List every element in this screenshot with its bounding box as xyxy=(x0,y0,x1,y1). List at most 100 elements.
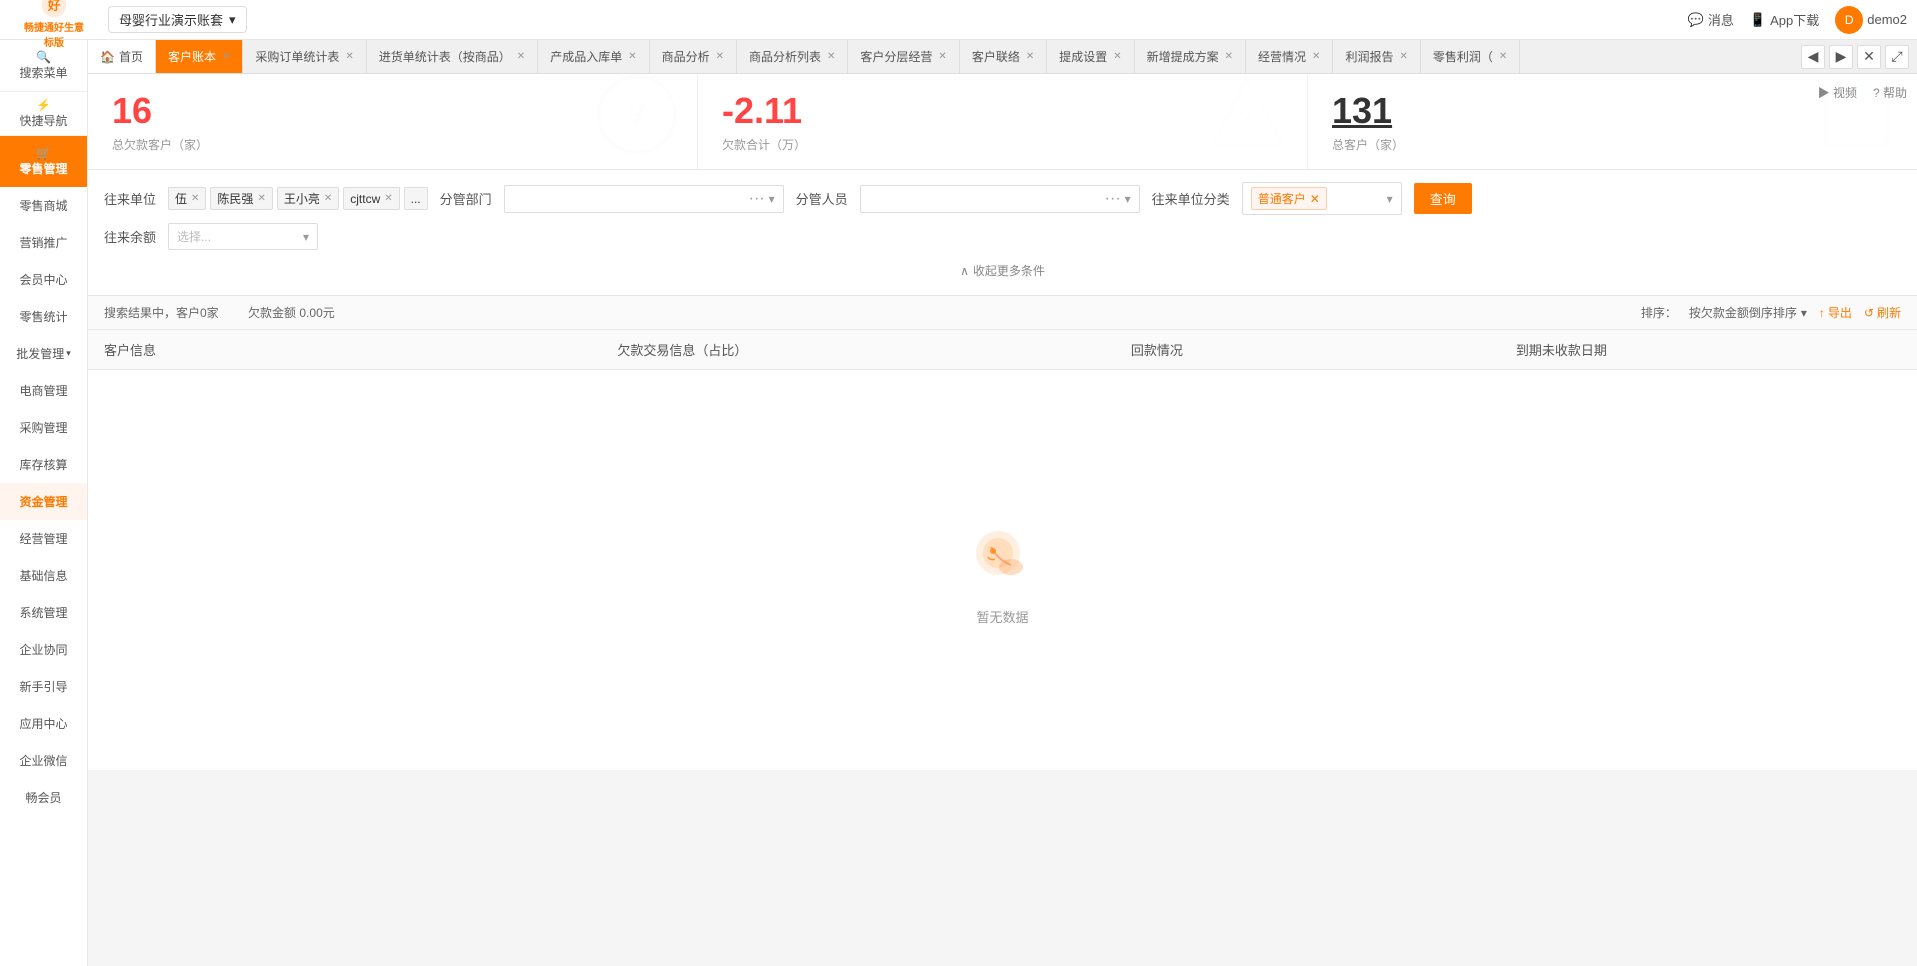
query-button[interactable]: 查询 xyxy=(1414,183,1472,214)
tab-cost-in[interactable]: 产成品入库单 ✕ xyxy=(538,40,649,74)
sidebar-item-app-center[interactable]: 应用中心 xyxy=(0,705,87,742)
tab-suggest-settings[interactable]: 提成设置 ✕ xyxy=(1047,40,1134,74)
tab-biz-status[interactable]: 经营情况 ✕ xyxy=(1246,40,1333,74)
sidebar-sys-mgmt-label: 系统管理 xyxy=(8,604,79,621)
help-btn[interactable]: ? 帮助 xyxy=(1873,84,1907,101)
sidebar-operations-label: 经营管理 xyxy=(8,530,79,547)
sidebar-item-wechat[interactable]: 企业微信 xyxy=(0,742,87,779)
sidebar-item-enterprise[interactable]: 企业协同 xyxy=(0,631,87,668)
chevron-down-icon: ▾ xyxy=(66,348,71,359)
tab-close-all-btn[interactable]: ✕ xyxy=(1857,45,1881,69)
filter-classify-label: 往来单位分类 xyxy=(1152,189,1230,208)
sidebar-item-operations[interactable]: 经营管理 xyxy=(0,520,87,557)
filter-manager-label: 分管人员 xyxy=(796,189,848,208)
tab-close-suggest-settings[interactable]: ✕ xyxy=(1113,51,1121,62)
tab-home[interactable]: 🏠 首页 xyxy=(88,40,156,74)
sidebar-item-marketing[interactable]: 营销推广 xyxy=(0,224,87,261)
filter-tag-chen-label: 陈民强 xyxy=(217,190,253,207)
filter-tag-cjttcw-remove[interactable]: ✕ xyxy=(384,193,392,204)
app-download-btn[interactable]: 📱 App下载 xyxy=(1750,10,1819,29)
collapse-btn[interactable]: ∧ 收起更多条件 xyxy=(104,258,1901,283)
tab-next-btn[interactable]: ▶ xyxy=(1829,45,1853,69)
tab-home-label: 首页 xyxy=(119,48,143,65)
tab-goods-analysis-list[interactable]: 商品分析列表 ✕ xyxy=(737,40,848,74)
user-area[interactable]: D demo2 xyxy=(1835,6,1907,34)
tab-close-cost-in[interactable]: ✕ xyxy=(628,51,636,62)
sidebar-item-retail-mgmt[interactable]: 🛒 零售管理 xyxy=(0,136,87,187)
sidebar-item-finance[interactable]: 资金管理 xyxy=(0,483,87,520)
message-btn[interactable]: 💬 消息 xyxy=(1688,10,1734,29)
sidebar-item-vip[interactable]: 畅会员 xyxy=(0,779,87,816)
filter-row-2: 往来余额 选择... ▾ xyxy=(104,223,1901,250)
tab-purchase-stats[interactable]: 进货单统计表（按商品） ✕ xyxy=(367,40,538,74)
sidebar-item-retail-mall[interactable]: 零售商城 xyxy=(0,187,87,224)
empty-icon xyxy=(963,515,1043,595)
tab-close-new-suggest[interactable]: ✕ xyxy=(1225,51,1233,62)
svg-text:¥: ¥ xyxy=(628,99,645,130)
sidebar-item-sys-mgmt[interactable]: 系统管理 xyxy=(0,594,87,631)
classify-tag-label: 普通客户 xyxy=(1258,190,1306,207)
tab-close-customer-contact[interactable]: ✕ xyxy=(1026,51,1034,62)
tab-customer-contact[interactable]: 客户联络 ✕ xyxy=(960,40,1047,74)
tab-close-profit-report[interactable]: ✕ xyxy=(1399,51,1407,62)
filter-tag-wang-remove[interactable]: ✕ xyxy=(324,193,332,204)
sidebar-item-member[interactable]: 会员中心 xyxy=(0,261,87,298)
avatar: D xyxy=(1835,6,1863,34)
filter-remainder-select[interactable]: 选择... ▾ xyxy=(168,223,318,250)
col-debt-info: 欠款交易信息（占比） xyxy=(617,340,1130,359)
refresh-btn[interactable]: ↺ 刷新 xyxy=(1864,304,1901,321)
tab-goods-analysis[interactable]: 商品分析 ✕ xyxy=(650,40,737,74)
filter-tag-more[interactable]: ... xyxy=(404,187,428,210)
tab-fullscreen-btn[interactable]: ⤢ xyxy=(1885,45,1909,69)
sidebar-item-newbie[interactable]: 新手引导 xyxy=(0,668,87,705)
filter-tag-chen-remove[interactable]: ✕ xyxy=(257,193,265,204)
sidebar-item-wholesale[interactable]: 批发管理 ▾ xyxy=(0,335,87,372)
sidebar-item-inventory[interactable]: 库存核算 xyxy=(0,446,87,483)
filter-dept-label: 分管部门 xyxy=(440,189,492,208)
message-icon: 💬 xyxy=(1688,12,1704,28)
sort-select[interactable]: 按欠款金额倒序排序 ▾ xyxy=(1689,304,1807,321)
sidebar-retail-mgmt-label: 零售管理 xyxy=(8,160,79,177)
tab-retail-profit[interactable]: 零售利润（ ✕ xyxy=(1421,40,1520,74)
tab-purchase-order[interactable]: 采购订单统计表 ✕ xyxy=(243,40,366,74)
sidebar-item-purchase[interactable]: 采购管理 xyxy=(0,409,87,446)
stat-card-debt: ✕ -2.11 欠款合计（万） xyxy=(698,74,1308,169)
tab-profit-report[interactable]: 利润报告 ✕ xyxy=(1333,40,1420,74)
store-selector[interactable]: 母婴行业演示账套 ▾ xyxy=(108,6,247,33)
filter-tag-wang: 王小亮 ✕ xyxy=(277,187,339,210)
tab-close-purchase-order[interactable]: ✕ xyxy=(345,51,353,62)
sidebar-item-basic-info[interactable]: 基础信息 xyxy=(0,557,87,594)
filter-manager-select[interactable]: ··· ▾ xyxy=(860,185,1140,213)
tab-close-retail-profit[interactable]: ✕ xyxy=(1499,51,1507,62)
tab-new-suggest[interactable]: 新增提成方案 ✕ xyxy=(1135,40,1246,74)
filter-tag-wu: 伍 ✕ xyxy=(168,187,206,210)
video-btn[interactable]: ▶ 视频 xyxy=(1818,84,1857,101)
sidebar-item-ecommerce[interactable]: 电商管理 xyxy=(0,372,87,409)
collapse-label: 收起更多条件 xyxy=(973,262,1045,279)
filter-tag-cjttcw: cjttcw ✕ xyxy=(343,187,399,210)
tab-goods-analysis-list-label: 商品分析列表 xyxy=(749,48,821,65)
page-content: ¥ 16 总欠款客户（家） ✕ -2.11 xyxy=(88,74,1917,966)
tab-close-customer-segment[interactable]: ✕ xyxy=(938,51,946,62)
filter-classify-select[interactable]: 普通客户 ✕ ▾ xyxy=(1242,182,1402,215)
tab-customer-segment[interactable]: 客户分层经营 ✕ xyxy=(848,40,959,74)
home-icon: 🏠 xyxy=(100,50,115,64)
tab-prev-btn[interactable]: ◀ xyxy=(1801,45,1825,69)
stat-card-total-customers: 131 总客户（家） ▶ 视频 ? 帮助 xyxy=(1308,74,1917,169)
sidebar-item-retail-stats[interactable]: 零售统计 xyxy=(0,298,87,335)
tab-customer-capital-label: 客户账本 xyxy=(168,48,216,65)
export-btn[interactable]: ↑ 导出 xyxy=(1819,304,1852,321)
tab-retail-profit-label: 零售利润（ xyxy=(1433,48,1493,65)
tab-close-biz-status[interactable]: ✕ xyxy=(1312,51,1320,62)
tab-close-goods-analysis-list[interactable]: ✕ xyxy=(827,51,835,62)
logo-text: 畅捷通好生意 xyxy=(24,19,84,34)
filter-tag-wu-remove[interactable]: ✕ xyxy=(191,193,199,204)
sidebar-quick-nav[interactable]: ⚡ 快捷导航 xyxy=(0,92,87,136)
filter-dept-select[interactable]: ··· ▾ xyxy=(504,185,784,213)
classify-tag-remove[interactable]: ✕ xyxy=(1310,192,1320,206)
chevron-down-icon: ▾ xyxy=(1801,306,1807,320)
tab-customer-capital[interactable]: 客户账本 ✕ xyxy=(156,40,243,74)
tab-close-customer-capital[interactable]: ✕ xyxy=(222,51,230,62)
tab-close-purchase-stats[interactable]: ✕ xyxy=(517,51,525,62)
tab-close-goods-analysis[interactable]: ✕ xyxy=(716,51,724,62)
